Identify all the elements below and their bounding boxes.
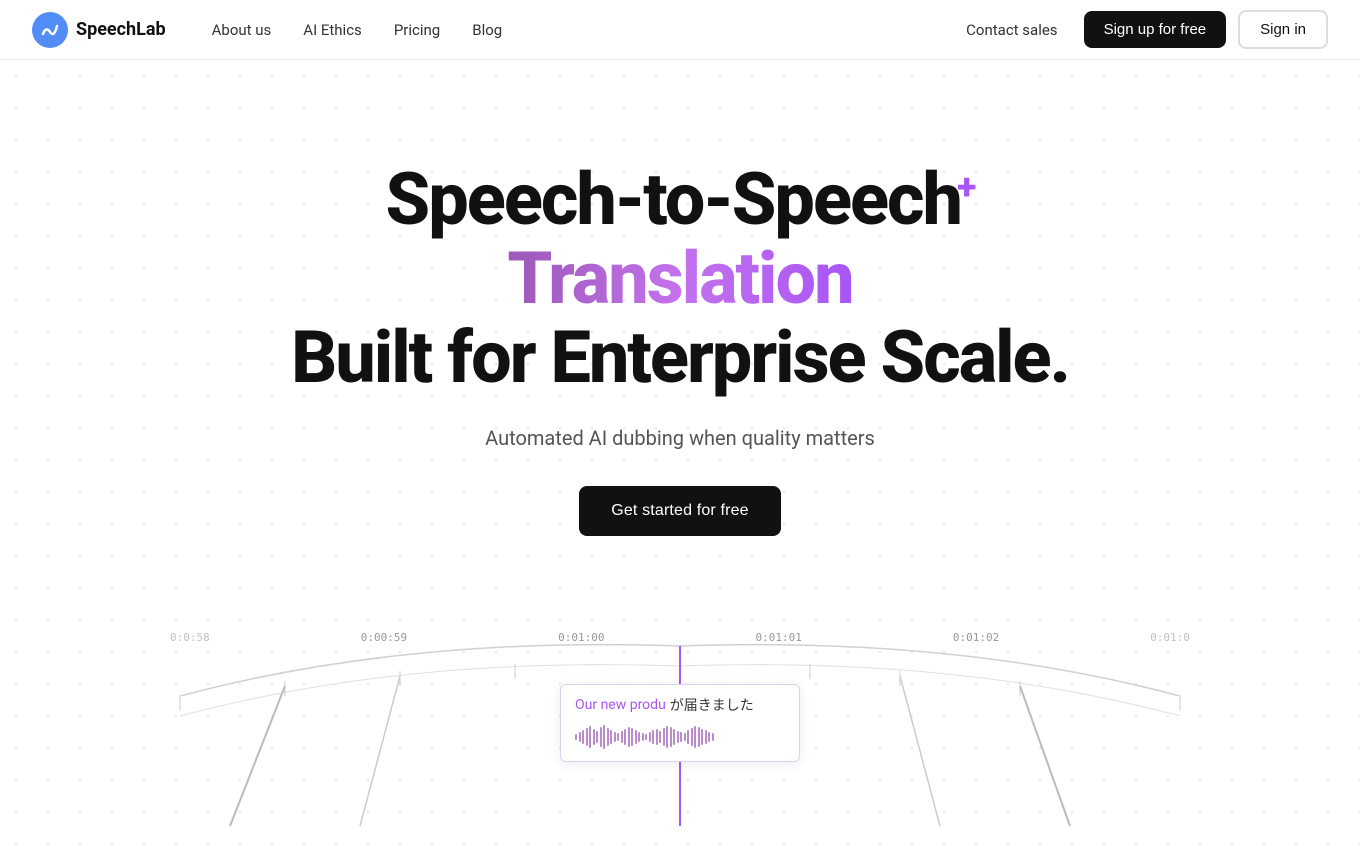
waveform-bar — [603, 725, 605, 749]
waveform-bar — [607, 728, 609, 746]
waveform-bar — [656, 729, 658, 745]
waveform-bar — [593, 729, 595, 745]
waveform-bar — [684, 733, 686, 741]
waveform-bar — [638, 732, 640, 742]
timestamp-5: 0:01:0 — [1150, 631, 1190, 644]
waveform-bar — [698, 727, 700, 747]
waveform-bar — [680, 732, 682, 742]
signin-button[interactable]: Sign in — [1238, 10, 1328, 49]
subtitle-text-row: Our new produ が届きました — [575, 695, 785, 715]
speechlab-logo-icon — [32, 12, 68, 48]
signup-button[interactable]: Sign up for free — [1084, 11, 1227, 48]
timestamp-1: 0:00:59 — [361, 631, 407, 644]
waveform-bar — [582, 730, 584, 744]
timestamp-0: 0:0:58 — [170, 631, 210, 644]
waveform-bar — [673, 729, 675, 745]
hero-subtitle: Automated AI dubbing when quality matter… — [250, 426, 1110, 450]
waveform-bar — [596, 731, 598, 743]
waveform-bar — [663, 728, 665, 746]
subtitle-original: Our new produ — [575, 697, 666, 713]
waveform-bar — [614, 732, 616, 742]
timestamps-row: 0:0:58 0:00:59 0:01:00 0:01:01 0:01:02 0… — [130, 631, 1230, 644]
waveform-bar — [677, 731, 679, 743]
nav-links: About us AI Ethics Pricing Blog — [198, 13, 517, 47]
subtitle-card: Our new produ が届きました — [560, 684, 800, 762]
logo-link[interactable]: SpeechLab — [32, 12, 166, 48]
waveform-bar — [631, 728, 633, 746]
contact-sales-link[interactable]: Contact sales — [952, 13, 1071, 47]
waveform-bar — [624, 729, 626, 745]
waveform — [575, 723, 785, 751]
waveform-bar — [628, 727, 630, 747]
hero-content: Speech-to-Speech+ Translation Built for E… — [230, 160, 1130, 536]
nav-link-blog[interactable]: Blog — [458, 13, 516, 47]
waveform-bar — [575, 734, 577, 740]
waveform-bar — [610, 730, 612, 744]
nav-link-pricing[interactable]: Pricing — [380, 13, 454, 47]
nav-left: SpeechLab About us AI Ethics Pricing Blo… — [32, 12, 516, 48]
waveform-bar — [687, 730, 689, 744]
waveform-bar — [705, 730, 707, 744]
waveform-bar — [586, 728, 588, 746]
waveform-bar — [670, 727, 672, 747]
waveform-bar — [642, 733, 644, 741]
waveform-bar — [712, 733, 714, 741]
navbar: SpeechLab About us AI Ethics Pricing Blo… — [0, 0, 1360, 60]
hero-title-line1: Speech-to-Speech+ Translation — [250, 160, 1110, 318]
waveform-bar — [617, 733, 619, 741]
waveform-bar — [659, 731, 661, 743]
nav-link-about-us[interactable]: About us — [198, 13, 286, 47]
waveform-bar — [708, 732, 710, 742]
waveform-bar — [579, 732, 581, 742]
hero-title: Speech-to-Speech+ Translation Built for E… — [250, 160, 1110, 398]
waveform-bar — [652, 730, 654, 744]
hero-title-plain: Speech-to-Speech — [386, 157, 961, 242]
nav-link-ai-ethics[interactable]: AI Ethics — [289, 13, 376, 47]
waveform-bar — [649, 732, 651, 742]
nav-right: Contact sales Sign up for free Sign in — [952, 10, 1328, 49]
waveform-bar — [600, 727, 602, 747]
timestamp-2: 0:01:00 — [558, 631, 604, 644]
waveform-bar — [666, 726, 668, 748]
logo-text: SpeechLab — [76, 19, 166, 40]
hero-title-line2: Built for Enterprise Scale. — [250, 318, 1110, 397]
timeline-wrapper: 0:0:58 0:00:59 0:01:00 0:01:01 0:01:02 0… — [0, 616, 1360, 836]
waveform-bar — [621, 731, 623, 743]
hero-plus-icon: + — [957, 168, 974, 208]
get-started-button[interactable]: Get started for free — [579, 486, 780, 536]
waveform-bar — [589, 726, 591, 748]
timestamp-4: 0:01:02 — [953, 631, 999, 644]
timestamp-3: 0:01:01 — [755, 631, 801, 644]
waveform-bar — [635, 730, 637, 744]
timeline-container: 0:0:58 0:00:59 0:01:00 0:01:01 0:01:02 0… — [130, 616, 1230, 836]
hero-section: Speech-to-Speech+ Translation Built for E… — [0, 60, 1360, 859]
waveform-bar — [694, 726, 696, 748]
waveform-bar — [691, 728, 693, 746]
subtitle-card-wrapper: Our new produ が届きました — [560, 684, 800, 762]
hero-title-gradient: Translation — [507, 236, 852, 321]
waveform-bar — [701, 729, 703, 745]
subtitle-translated: が届きました — [670, 695, 754, 715]
waveform-bar — [645, 734, 647, 740]
